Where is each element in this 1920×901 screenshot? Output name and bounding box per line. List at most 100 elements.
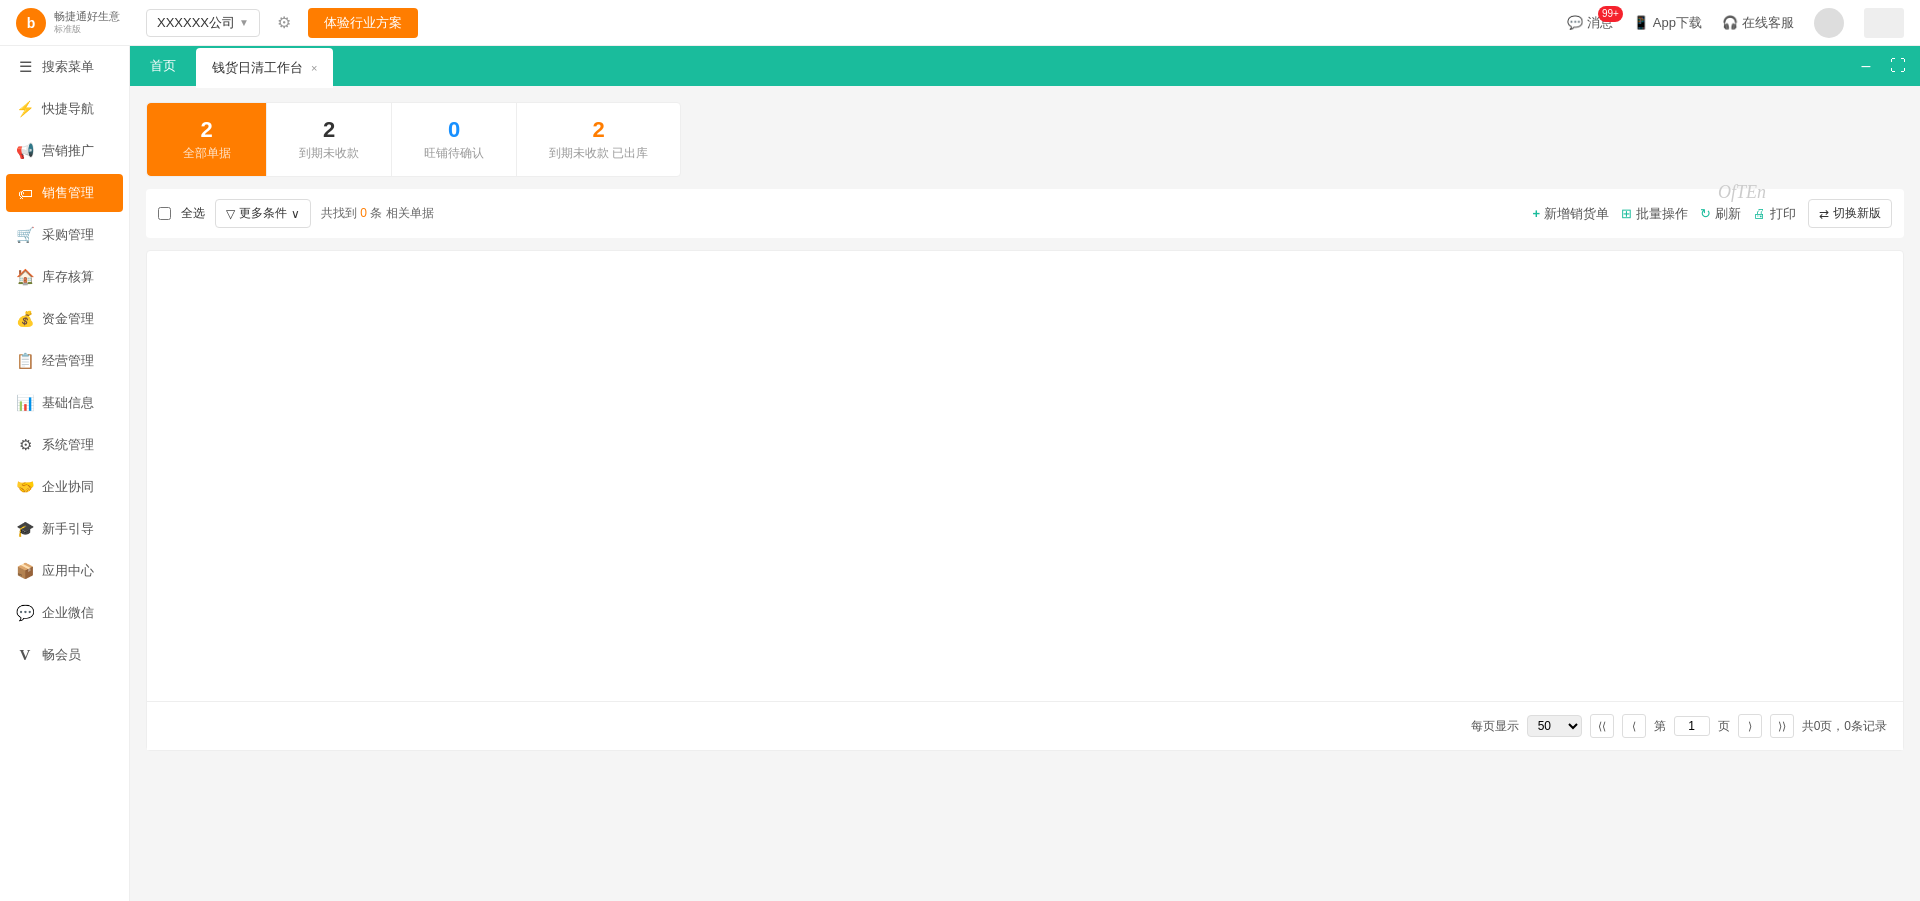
tab-active-label: 钱货日清工作台 — [212, 59, 303, 77]
prev-page-button[interactable]: ⟨ — [1622, 714, 1646, 738]
page-label: 第 — [1654, 718, 1666, 735]
sidebar-item-wechat[interactable]: 💬 企业微信 — [0, 592, 129, 634]
select-all-label: 全选 — [181, 205, 205, 222]
messages-badge: 99+ — [1598, 6, 1623, 22]
plus-icon: + — [1532, 206, 1540, 221]
stat-number-overdue-out: 2 — [549, 117, 648, 143]
sidebar-item-label: 企业协同 — [42, 478, 94, 496]
sidebar-item-system[interactable]: ⚙ 系统管理 — [0, 424, 129, 466]
header-right: 💬 消息 99+ 📱 App下载 🎧 在线客服 — [1567, 8, 1904, 38]
sidebar-item-basic-info[interactable]: 📊 基础信息 — [0, 382, 129, 424]
sidebar-item-label: 应用中心 — [42, 562, 94, 580]
sidebar-item-search-menu[interactable]: ☰ 搜索菜单 — [0, 46, 129, 88]
sidebar-item-label: 资金管理 — [42, 310, 94, 328]
app-download-button[interactable]: 📱 App下载 — [1633, 14, 1702, 32]
sidebar-item-quick-nav[interactable]: ⚡ 快捷导航 — [0, 88, 129, 130]
operations-icon: 📋 — [16, 352, 34, 370]
sidebar-item-label: 采购管理 — [42, 226, 94, 244]
company-name: XXXXXX公司 — [157, 14, 235, 32]
per-page-label: 每页显示 — [1471, 718, 1519, 735]
trial-button[interactable]: 体验行业方案 — [308, 8, 418, 38]
sidebar-item-purchase[interactable]: 🛒 采购管理 — [0, 214, 129, 256]
online-service-button[interactable]: 🎧 在线客服 — [1722, 14, 1794, 32]
first-page-button[interactable]: ⟨⟨ — [1590, 714, 1614, 738]
user-menu[interactable] — [1864, 8, 1904, 38]
filter-dropdown-icon: ∨ — [291, 207, 300, 221]
avatar[interactable] — [1814, 8, 1844, 38]
watermark-text: OfTEn — [1718, 182, 1766, 203]
print-icon: 🖨 — [1753, 206, 1766, 221]
next-page-button[interactable]: ⟩ — [1738, 714, 1762, 738]
messages-button[interactable]: 💬 消息 99+ — [1567, 14, 1613, 32]
sidebar-item-member[interactable]: V 畅会员 — [0, 634, 129, 676]
sidebar-item-finance[interactable]: 💰 资金管理 — [0, 298, 129, 340]
table-area: 每页显示 50 10 20 100 ⟨⟨ ⟨ 第 页 ⟩ ⟩⟩ 共0页，0条记录 — [146, 250, 1904, 751]
download-icon: 📱 — [1633, 15, 1649, 30]
stat-label-overdue: 到期未收款 — [299, 145, 359, 162]
stat-card-overdue[interactable]: 2 到期未收款 — [267, 103, 392, 176]
online-service-label: 在线客服 — [1742, 14, 1794, 32]
switch-new-version-button[interactable]: ⇄ 切换新版 — [1808, 199, 1892, 228]
finance-icon: 💰 — [16, 310, 34, 328]
stat-number-overdue: 2 — [299, 117, 359, 143]
tab-expand-button[interactable]: ⛶ — [1886, 54, 1910, 78]
sidebar-item-label: 营销推广 — [42, 142, 94, 160]
filter-icon: ▽ — [226, 207, 235, 221]
per-page-select[interactable]: 50 10 20 100 — [1527, 715, 1582, 737]
sidebar-item-app-center[interactable]: 📦 应用中心 — [0, 550, 129, 592]
tab-home[interactable]: 首页 — [130, 46, 196, 86]
tab-actions: – ⛶ — [1854, 54, 1920, 78]
print-label: 打印 — [1770, 205, 1796, 223]
app-download-label: App下载 — [1653, 14, 1702, 32]
batch-operation-button[interactable]: ⊞ 批量操作 — [1621, 205, 1688, 223]
sidebar-item-marketing[interactable]: 📢 营销推广 — [0, 130, 129, 172]
quick-nav-icon: ⚡ — [16, 100, 34, 118]
logo-icon: b — [16, 8, 46, 38]
refresh-icon: ↻ — [1700, 206, 1711, 221]
new-btn-label: 新增销货单 — [1544, 205, 1609, 223]
print-button[interactable]: 🖨 打印 — [1753, 205, 1796, 223]
page-suffix: 页 — [1718, 718, 1730, 735]
sidebar-item-label: 销售管理 — [42, 184, 94, 202]
tab-close-button[interactable]: × — [311, 62, 317, 74]
sidebar-item-label: 快捷导航 — [42, 100, 94, 118]
total-info: 共0页，0条记录 — [1802, 718, 1887, 735]
sidebar-item-label: 新手引导 — [42, 520, 94, 538]
filter-button[interactable]: ▽ 更多条件 ∨ — [215, 199, 311, 228]
switch-icon: ⇄ — [1819, 207, 1829, 221]
marketing-icon: 📢 — [16, 142, 34, 160]
sidebar-item-inventory[interactable]: 🏠 库存核算 — [0, 256, 129, 298]
wechat-icon: 💬 — [16, 604, 34, 622]
main-content: 2 全部单据 2 到期未收款 0 旺铺待确认 2 到期未收款 已出库 全选 ▽ … — [130, 86, 1920, 901]
new-sale-button[interactable]: + 新增销货单 — [1532, 205, 1609, 223]
guide-icon: 🎓 — [16, 520, 34, 538]
tab-active[interactable]: 钱货日清工作台 × — [196, 48, 333, 88]
company-dropdown-arrow: ▼ — [239, 17, 249, 28]
service-icon: 🎧 — [1722, 15, 1738, 30]
settings-button[interactable]: ⚙ — [268, 7, 300, 39]
found-text: 共找到 0 条 相关单据 — [321, 205, 434, 222]
sidebar-item-label: 搜索菜单 — [42, 58, 94, 76]
found-count: 0 — [360, 206, 367, 220]
page-number-input[interactable] — [1674, 716, 1710, 736]
sidebar-item-operations[interactable]: 📋 经营管理 — [0, 340, 129, 382]
tab-minimize-button[interactable]: – — [1854, 54, 1878, 78]
logo-area: b 畅捷通好生意 标准版 — [16, 8, 146, 38]
last-page-button[interactable]: ⟩⟩ — [1770, 714, 1794, 738]
filter-label: 更多条件 — [239, 205, 287, 222]
stat-card-all[interactable]: 2 全部单据 — [147, 103, 267, 176]
stat-card-overdue-out[interactable]: 2 到期未收款 已出库 — [517, 103, 680, 176]
stat-card-pending[interactable]: 0 旺铺待确认 — [392, 103, 517, 176]
stat-number-all: 2 — [179, 117, 234, 143]
select-all-checkbox[interactable] — [158, 207, 171, 220]
sidebar-item-label: 畅会员 — [42, 646, 81, 664]
sidebar-item-label: 库存核算 — [42, 268, 94, 286]
sidebar-item-sales[interactable]: 🏷 销售管理 — [6, 174, 123, 212]
company-selector[interactable]: XXXXXX公司 ▼ — [146, 9, 260, 37]
sales-icon: 🏷 — [16, 185, 34, 202]
stat-number-pending: 0 — [424, 117, 484, 143]
sidebar-item-label: 基础信息 — [42, 394, 94, 412]
sidebar-item-guide[interactable]: 🎓 新手引导 — [0, 508, 129, 550]
refresh-button[interactable]: ↻ 刷新 — [1700, 205, 1741, 223]
sidebar-item-enterprise[interactable]: 🤝 企业协同 — [0, 466, 129, 508]
